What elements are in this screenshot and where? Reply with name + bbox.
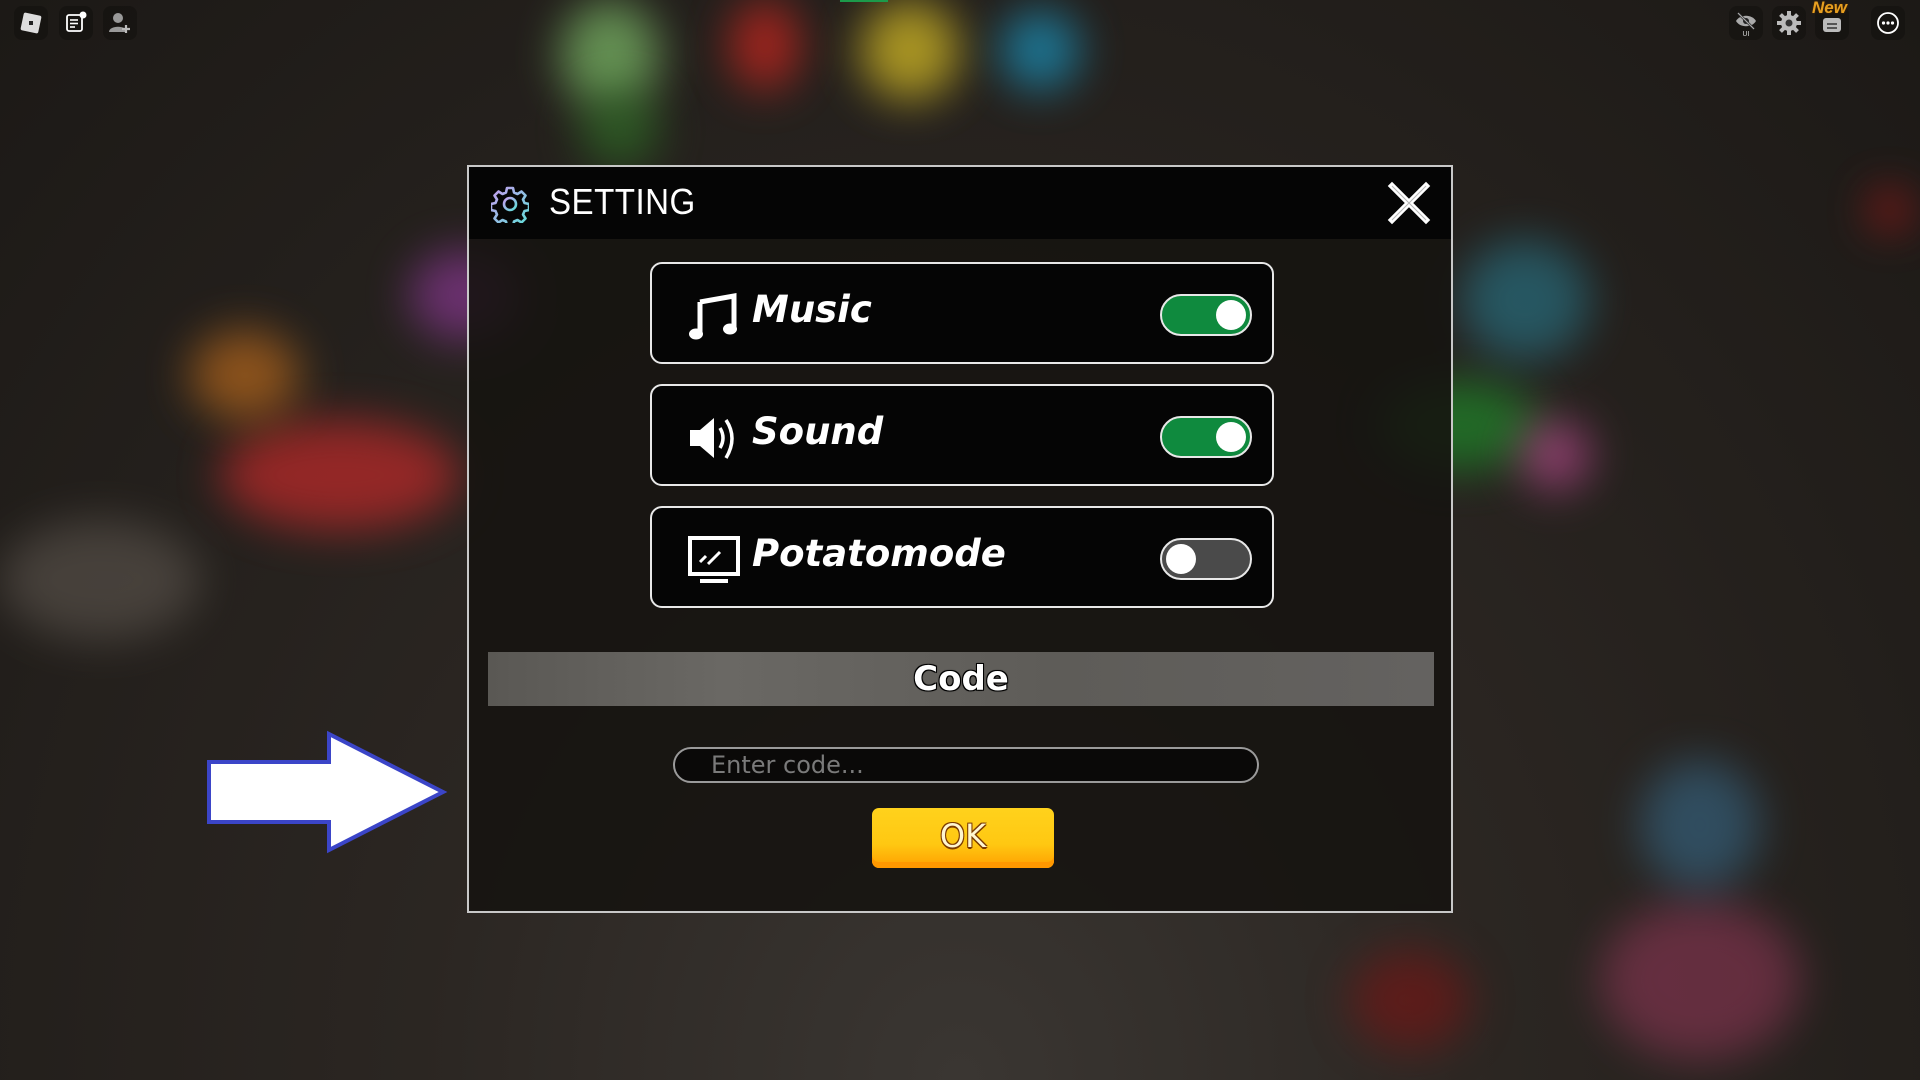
- more-options-icon: [1877, 12, 1899, 34]
- roblox-menu-button[interactable]: [14, 6, 48, 40]
- setting-row-music: Music: [650, 262, 1274, 364]
- setting-row-sound: Sound: [650, 384, 1274, 486]
- ok-button[interactable]: OK: [872, 808, 1054, 868]
- settings-icon: [1777, 11, 1801, 35]
- add-friend-button[interactable]: [103, 6, 137, 40]
- music-toggle[interactable]: [1160, 294, 1252, 336]
- toggle-knob: [1166, 544, 1196, 574]
- new-badge: New: [1812, 0, 1847, 17]
- music-note-icon: [689, 293, 737, 340]
- roblox-menu-icon: [20, 12, 42, 34]
- setting-label-potatomode: Potatomode: [752, 532, 1006, 575]
- hide-ui-icon: UI: [1736, 12, 1756, 37]
- chat-button[interactable]: [59, 6, 93, 40]
- ok-button-label: OK: [939, 817, 987, 855]
- hide-ui-button[interactable]: UI: [1729, 6, 1763, 40]
- panel-title: SETTING: [549, 181, 696, 222]
- code-input[interactable]: [673, 747, 1259, 783]
- setting-row-potatomode: Potatomode: [650, 506, 1274, 608]
- monitor-icon: [688, 536, 740, 583]
- pointer-arrow-icon: [207, 730, 448, 854]
- panel-header: SETTING: [469, 167, 1451, 239]
- close-icon[interactable]: [1387, 181, 1431, 225]
- add-friend-icon: [109, 13, 130, 33]
- setting-label-music: Music: [752, 288, 872, 331]
- loading-indicator: [840, 0, 888, 2]
- setting-label-sound: Sound: [752, 410, 884, 453]
- speaker-icon: [690, 418, 734, 459]
- toggle-knob: [1216, 422, 1246, 452]
- settings-button[interactable]: [1772, 6, 1806, 40]
- code-section-header: Code: [488, 652, 1434, 706]
- settings-panel: SETTING Music Sound Potatomode Code Ente…: [467, 165, 1453, 913]
- toggle-knob: [1216, 300, 1246, 330]
- potatomode-toggle[interactable]: [1160, 538, 1252, 580]
- gear-icon: [491, 186, 529, 223]
- svg-text:UI: UI: [1742, 30, 1749, 37]
- more-options-button[interactable]: [1871, 6, 1905, 40]
- code-title: Code: [912, 658, 1009, 700]
- sound-toggle[interactable]: [1160, 416, 1252, 458]
- chat-icon: [66, 11, 87, 32]
